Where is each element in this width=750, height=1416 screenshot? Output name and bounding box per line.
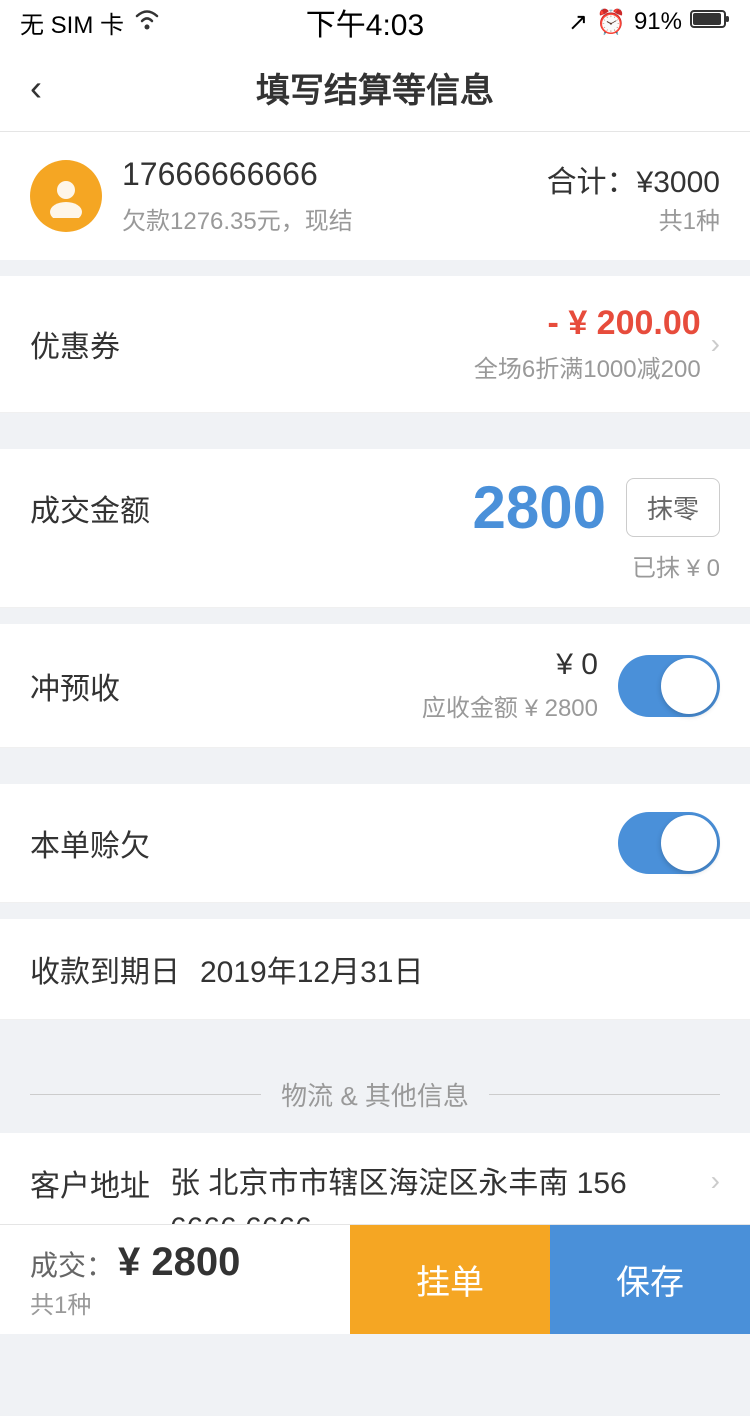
debit-toggle[interactable] [618,812,720,874]
no-sim-text: 无 SIM 卡 [20,5,124,40]
deal-amount-section: 成交金额 2800 抹零 已抹 ¥ 0 [0,449,750,608]
customer-left: 17666666666 欠款1276.35元，现结 [30,156,353,236]
deal-amount-value: 2800 [473,473,606,542]
customer-phone: 17666666666 [122,156,353,193]
status-time: 下午4:03 [306,0,424,44]
prepayment-value: ¥ 0 [556,648,598,682]
due-date-row: 收款到期日 2019年12月31日 [0,919,750,1020]
section-separator-3 [0,1036,750,1056]
nav-bar: ‹ 填写结算等信息 [0,44,750,132]
status-right: ↗ ⏰ 91% [568,8,730,37]
prepayment-sub: 应收金额 ¥ 2800 [422,688,598,723]
page-title: 填写结算等信息 [256,63,494,112]
customer-right: 合计：¥3000 共1种 [547,157,720,236]
section-separator-1 [0,429,750,449]
deal-amount-label: 成交金额 [30,486,150,530]
debit-toggle-knob [661,815,717,871]
coupon-label: 优惠券 [30,322,120,366]
chevron-right-icon: › [711,328,720,360]
logistics-line-right [489,1094,720,1095]
coupon-discount: - ¥ 200.00 [548,304,701,343]
deal-amount-sub: 已抹 ¥ 0 [30,548,720,583]
prepayment-toggle-knob [661,658,717,714]
total-amount: 合计：¥3000 [547,157,720,201]
logistics-line-left [30,1094,261,1095]
coupon-right: - ¥ 200.00 全场6折满1000减200 [474,304,701,384]
battery-text: 91% [634,8,682,36]
bottom-deal-label: 成交： [30,1244,114,1284]
address-chevron-icon: › [711,1161,720,1197]
section-separator-2 [0,764,750,784]
prepayment-row: 冲预收 ¥ 0 应收金额 ¥ 2800 [0,624,750,748]
status-bar: 无 SIM 卡 下午4:03 ↗ ⏰ 91% [0,0,750,44]
prepayment-label: 冲预收 [30,664,120,708]
prepayment-toggle[interactable] [618,655,720,717]
bottom-summary: 成交： ¥ 2800 共1种 [0,1240,350,1320]
customer-info-text: 17666666666 欠款1276.35元，现结 [122,156,353,236]
status-left: 无 SIM 卡 [20,5,162,40]
customer-info-card: 17666666666 欠款1276.35元，现结 合计：¥3000 共1种 [0,132,750,260]
avatar [30,160,102,232]
logistics-title: 物流 & 其他信息 [281,1076,469,1113]
bottom-deal-amount: ¥ 2800 [118,1240,240,1285]
total-count: 共1种 [547,201,720,236]
bottom-actions: 挂单 保存 [350,1225,750,1334]
debit-label: 本单赊欠 [30,821,150,865]
customer-debt: 欠款1276.35元，现结 [122,201,353,236]
logistics-section-header: 物流 & 其他信息 [0,1056,750,1133]
deal-amount-right: 2800 抹零 [473,473,721,542]
alarm-icon: ⏰ [596,8,626,37]
hang-button[interactable]: 挂单 [350,1225,550,1334]
save-button[interactable]: 保存 [550,1225,750,1334]
prepayment-values: ¥ 0 应收金额 ¥ 2800 [422,648,598,723]
bottom-deal-count: 共1种 [30,1285,320,1320]
location-icon: ↗ [568,8,588,37]
deal-amount-row: 成交金额 2800 抹零 [30,473,720,542]
battery-icon [690,8,730,37]
address-label: 客户地址 [30,1161,150,1205]
due-date-label: 收款到期日 [30,947,180,991]
due-date-value: 2019年12月31日 [200,947,423,991]
round-zero-button[interactable]: 抹零 [626,478,720,537]
wifi-icon [132,8,162,37]
coupon-desc: 全场6折满1000减200 [474,349,701,384]
coupon-row[interactable]: 优惠券 - ¥ 200.00 全场6折满1000减200 › [0,276,750,413]
bottom-bar: 成交： ¥ 2800 共1种 挂单 保存 [0,1224,750,1334]
back-button[interactable]: ‹ [30,67,42,109]
prepayment-right: ¥ 0 应收金额 ¥ 2800 [422,648,720,723]
debit-row: 本单赊欠 [0,784,750,903]
